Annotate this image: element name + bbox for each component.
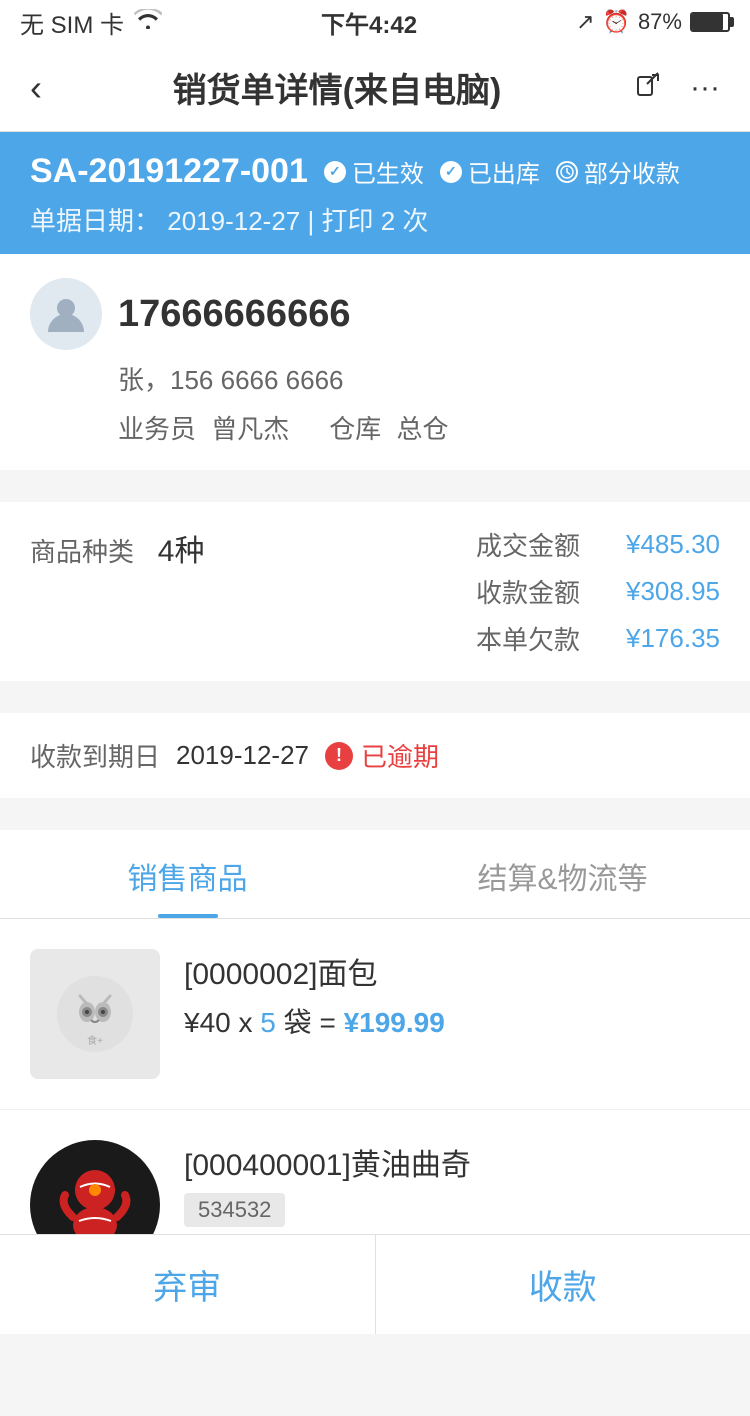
status-bar-left: 无 SIM 卡	[20, 5, 162, 40]
salesperson-row: 业务员 曾凡杰	[118, 409, 289, 446]
cancel-button[interactable]: 弃审	[0, 1235, 376, 1334]
status-partial: 部分收款	[556, 154, 680, 189]
status-bar: 无 SIM 卡 下午4:42 ↗ ⏰ 87%	[0, 0, 750, 44]
divider2	[0, 681, 750, 697]
check-icon-shipped: ✓	[440, 161, 462, 183]
status-shipped: ✓ 已出库	[440, 154, 540, 189]
divider1	[0, 470, 750, 486]
tab-settlement[interactable]: 结算&物流等	[375, 830, 750, 918]
salesperson-value: 曾凡杰	[211, 414, 289, 444]
location-icon: ↗	[576, 9, 594, 35]
deal-amount-label: 成交金额	[476, 526, 580, 563]
received-label: 收款金额	[476, 573, 580, 610]
print-info: 打印 2 次	[321, 206, 428, 236]
status-active: ✓ 已生效	[324, 154, 424, 189]
product-sku-2: 534532	[184, 1193, 285, 1227]
product-code-2: [000400001]	[184, 1149, 351, 1182]
salesperson-label: 业务员	[118, 414, 196, 444]
status-shipped-label: 已出库	[468, 154, 540, 189]
due-date-value: 2019-12-27	[176, 740, 309, 771]
product-total-1: ¥199.99	[344, 1007, 445, 1038]
stats-left: 商品种类 4种	[30, 526, 204, 570]
status-active-label: 已生效	[352, 154, 424, 189]
product-thumb-1: 食+	[30, 949, 160, 1079]
tab-settlement-label: 结算&物流等	[477, 863, 647, 896]
equals-1: =	[319, 1007, 343, 1038]
warehouse-value: 总仓	[397, 414, 449, 444]
order-header: SA-20191227-001 ✓ 已生效 ✓ 已出库 部分收款 单据日期： 2…	[0, 132, 750, 254]
customer-section: 17666666666 张，156 6666 6666 业务员 曾凡杰 仓库 总…	[0, 254, 750, 470]
warehouse-row: 仓库 总仓	[329, 409, 448, 446]
deal-amount-row: 成交金额 ¥485.30	[476, 526, 720, 563]
product-info-1: [0000002]面包 ¥40 x 5 袋 = ¥199.99	[184, 949, 720, 1041]
product-placeholder-1: 食+	[30, 949, 160, 1079]
product-name-2: [000400001]黄油曲奇	[184, 1140, 720, 1184]
tab-underline	[158, 914, 218, 918]
stats-right: 成交金额 ¥485.30 收款金额 ¥308.95 本单欠款 ¥176.35	[476, 526, 720, 657]
product-qty-1: 5	[260, 1007, 276, 1038]
battery-icon	[690, 12, 730, 32]
overdue-badge: ! 已逾期	[325, 737, 439, 774]
nav-actions: ···	[632, 67, 720, 109]
overdue-icon: !	[325, 742, 353, 770]
more-button[interactable]: ···	[690, 71, 720, 105]
status-bar-time: 下午4:42	[321, 5, 417, 40]
back-button[interactable]: ‹	[30, 67, 42, 109]
tab-sales-label: 销售商品	[128, 863, 248, 896]
tabs-section: 销售商品 结算&物流等	[0, 830, 750, 919]
wifi-icon	[134, 8, 162, 36]
status-bar-right: ↗ ⏰ 87%	[576, 9, 730, 35]
debt-label: 本单欠款	[476, 620, 580, 657]
debt-value: ¥176.35	[600, 623, 720, 654]
status-partial-label: 部分收款	[584, 154, 680, 189]
check-icon-active: ✓	[324, 161, 346, 183]
svg-text:食+: 食+	[87, 1034, 103, 1047]
product-type-label: 商品种类	[30, 537, 134, 567]
divider3	[0, 798, 750, 814]
product-type-value: 4种	[158, 535, 205, 568]
due-label: 收款到期日	[30, 737, 160, 774]
avatar	[30, 278, 102, 350]
due-section: 收款到期日 2019-12-27 ! 已逾期	[0, 713, 750, 798]
print-divider: |	[307, 206, 321, 236]
product-item-1: 食+ [0000002]面包 ¥40 x 5 袋 = ¥199.99	[0, 919, 750, 1110]
battery-percent: 87%	[638, 9, 682, 35]
received-value: ¥308.95	[600, 576, 720, 607]
warehouse-label: 仓库	[329, 414, 381, 444]
product-name-1: [0000002]面包	[184, 949, 720, 993]
product-unit-1: 袋	[284, 1007, 312, 1038]
customer-name-phone: 张，156 6666 6666	[30, 360, 720, 397]
confirm-button[interactable]: 收款	[376, 1235, 750, 1334]
bottom-bar: 弃审 收款	[0, 1234, 750, 1334]
product-price-1: ¥40 x 5 袋 = ¥199.99	[184, 1001, 720, 1041]
stats-section: 商品种类 4种 成交金额 ¥485.30 收款金额 ¥308.95 本单欠款 ¥…	[0, 502, 750, 681]
share-button[interactable]	[632, 67, 666, 109]
nav-bar: ‹ 销货单详情(来自电脑) ···	[0, 44, 750, 132]
tab-sales[interactable]: 销售商品	[0, 830, 375, 918]
clock-icon	[556, 161, 578, 183]
customer-phone: 17666666666	[118, 293, 350, 336]
order-date-info: 单据日期： 2019-12-27 | 打印 2 次	[30, 201, 720, 238]
order-id: SA-20191227-001	[30, 152, 308, 191]
received-row: 收款金额 ¥308.95	[476, 573, 720, 610]
page-title: 销货单详情(来自电脑)	[173, 63, 502, 112]
product-code-1: [0000002]	[184, 958, 317, 991]
doc-date-value: 2019-12-27	[167, 206, 300, 236]
overdue-text: 已逾期	[361, 737, 439, 774]
product-unit-price-1: ¥40	[184, 1007, 231, 1038]
doc-date-label: 单据日期：	[30, 206, 160, 236]
carrier-label: 无 SIM 卡	[20, 5, 124, 40]
alarm-icon: ⏰	[603, 9, 630, 35]
price-x-1: x	[239, 1007, 261, 1038]
customer-meta: 业务员 曾凡杰 仓库 总仓	[30, 409, 720, 446]
deal-amount-value: ¥485.30	[600, 529, 720, 560]
debt-row: 本单欠款 ¥176.35	[476, 620, 720, 657]
